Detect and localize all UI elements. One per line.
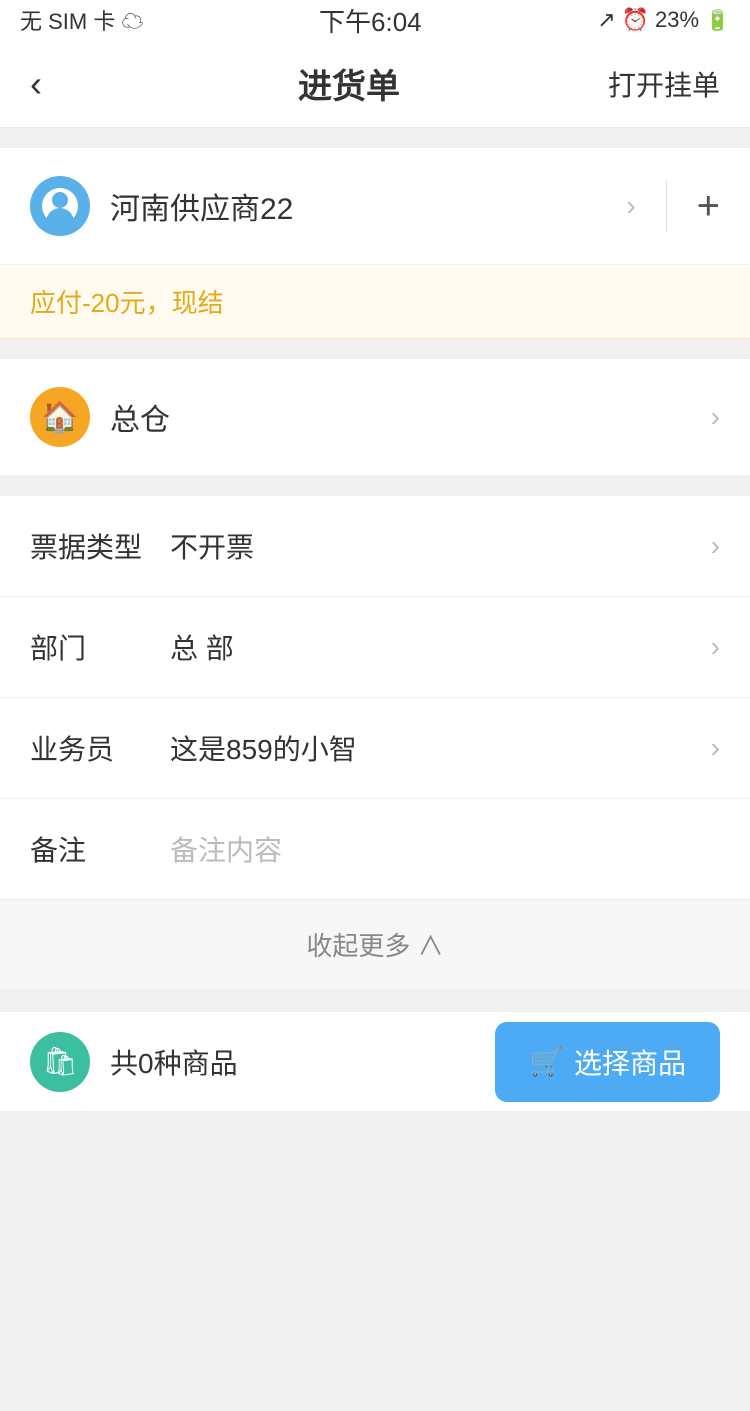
section-gap-2	[0, 339, 750, 359]
salesperson-value: 这是859的小智	[150, 728, 711, 768]
sim-label: 无 SIM 卡 ☁	[20, 4, 143, 36]
remark-row[interactable]: 备注 备注内容	[0, 798, 750, 899]
status-bar: 无 SIM 卡 ☁ 下午6:04 ↗ ⏰ 23% 🔋	[0, 0, 750, 40]
warehouse-row[interactable]: 🏠 总仓 ›	[0, 359, 750, 475]
select-icon: 🛒	[529, 1045, 564, 1078]
salesperson-row[interactable]: 业务员 这是859的小智 ›	[0, 697, 750, 798]
page-title: 进货单	[298, 59, 400, 108]
invoice-type-value: 不开票	[150, 526, 711, 566]
battery-icon: 🔋	[705, 8, 730, 33]
salesperson-chevron-icon: ›	[711, 732, 720, 764]
department-chevron-icon: ›	[711, 631, 720, 663]
section-gap-3	[0, 475, 750, 495]
location-icon: ↗	[597, 7, 615, 33]
supplier-name: 河南供应商22	[110, 184, 626, 228]
invoice-type-label: 票据类型	[30, 526, 150, 566]
warehouse-card: 🏠 总仓 ›	[0, 359, 750, 475]
supplier-card: 河南供应商22 › + 应付-20元，现结	[0, 148, 750, 339]
select-label: 选择商品	[574, 1042, 686, 1082]
product-icon: 🛍	[30, 1032, 90, 1092]
salesperson-label: 业务员	[30, 728, 150, 768]
avatar-inner	[42, 188, 78, 224]
product-count-text: 共0种商品	[110, 1042, 495, 1082]
open-pending-button[interactable]: 打开挂单	[608, 64, 720, 104]
department-label: 部门	[30, 627, 150, 667]
section-gap-4	[0, 989, 750, 1009]
alarm-icon: ⏰	[622, 7, 649, 33]
warehouse-icon: 🏠	[30, 387, 90, 447]
product-icon-symbol: 🛍	[42, 1045, 78, 1078]
select-product-button[interactable]: 🛒 选择商品	[495, 1022, 720, 1102]
section-gap-1	[0, 128, 750, 148]
remark-input[interactable]: 备注内容	[150, 829, 720, 869]
nav-bar: ‹ 进货单 打开挂单	[0, 40, 750, 128]
supplier-actions: › +	[626, 181, 720, 231]
remark-label: 备注	[30, 829, 150, 869]
warehouse-chevron-icon: ›	[711, 401, 720, 433]
supplier-row[interactable]: 河南供应商22 › +	[0, 148, 750, 265]
warehouse-name: 总仓	[110, 395, 711, 439]
invoice-type-row[interactable]: 票据类型 不开票 ›	[0, 495, 750, 596]
page-background	[0, 1111, 750, 1411]
status-right: ↗ ⏰ 23% 🔋	[597, 7, 730, 33]
status-time: 下午6:04	[319, 2, 422, 39]
supplier-chevron-icon: ›	[626, 190, 635, 222]
add-button[interactable]: +	[697, 186, 720, 226]
invoice-type-chevron-icon: ›	[711, 530, 720, 562]
vertical-divider	[666, 181, 667, 231]
supplier-avatar	[30, 176, 90, 236]
notice-bar: 应付-20元，现结	[0, 265, 750, 339]
form-card: 票据类型 不开票 › 部门 总 部 › 业务员 这是859的小智 › 备注 备注…	[0, 495, 750, 989]
bottom-bar: 🛍 共0种商品 🛒 选择商品	[0, 1011, 750, 1111]
collapse-button[interactable]: 收起更多 ∧	[0, 899, 750, 989]
status-left: 无 SIM 卡 ☁	[20, 4, 143, 36]
department-row[interactable]: 部门 总 部 ›	[0, 596, 750, 697]
battery-label: 23%	[655, 7, 699, 33]
back-button[interactable]: ‹	[30, 63, 90, 105]
department-value: 总 部	[150, 627, 711, 667]
